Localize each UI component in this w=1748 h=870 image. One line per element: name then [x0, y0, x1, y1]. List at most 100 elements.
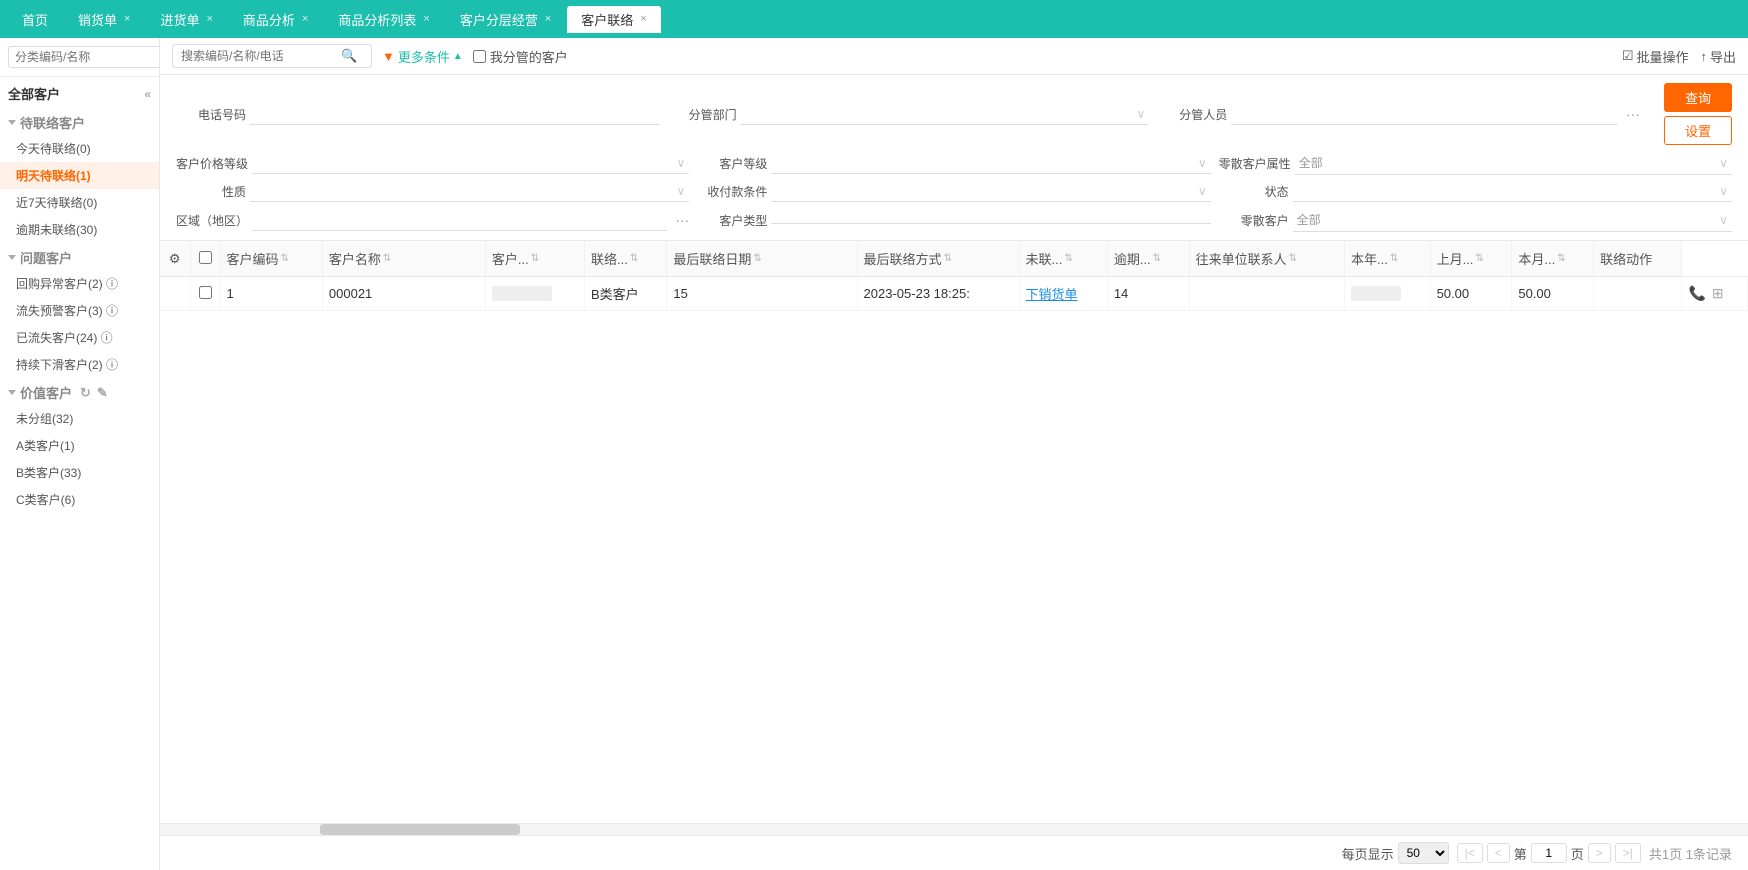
- sidebar-item-abnormal[interactable]: 回购异常客户(2) ⓘ: [0, 270, 159, 297]
- page-number-input[interactable]: [1531, 843, 1567, 863]
- sidebar-item-churn-warning[interactable]: 流失预警客户(3) ⓘ: [0, 297, 159, 324]
- export-btn[interactable]: ↑ 导出: [1700, 47, 1736, 66]
- sidebar-all-customers[interactable]: 全部客户 «: [0, 77, 159, 108]
- settings-button[interactable]: 设置: [1664, 116, 1732, 145]
- filter-row-2: 客户价格等级 ∨ 客户等级 ∨ 零散客户属性 全部: [176, 151, 1732, 175]
- sidebar-item-class-b[interactable]: B类客户(33): [0, 459, 159, 486]
- th-this-month-amount[interactable]: 本月... ⇅: [1512, 241, 1594, 277]
- total-records: 共1页 1条记录: [1649, 844, 1732, 863]
- th-last-contact-method[interactable]: 最后联络方式 ⇅: [857, 241, 1019, 277]
- more-conditions-btn[interactable]: ▼ 更多条件 ▲: [382, 47, 463, 66]
- td-last-month-amount: 50.00: [1512, 277, 1594, 311]
- nature-select[interactable]: ∨: [250, 181, 689, 202]
- nav-customer-contact[interactable]: 客户联络 ×: [567, 6, 660, 33]
- nav-sales-order[interactable]: 销货单 ×: [64, 6, 144, 33]
- batch-operation-btn[interactable]: ☑ 批量操作: [1622, 47, 1689, 66]
- td-last-contact-date: 2023-05-23 18:25:: [857, 277, 1019, 311]
- customer-price-level-select[interactable]: ∨: [252, 153, 689, 174]
- per-page-select[interactable]: 20 50 100 200: [1398, 842, 1449, 864]
- select-all-checkbox[interactable]: [199, 251, 212, 264]
- sidebar-item-churned[interactable]: 已流失客户(24) ⓘ: [0, 324, 159, 351]
- customer-type-select[interactable]: [771, 217, 1210, 224]
- sidebar-search-input[interactable]: [8, 46, 160, 68]
- sidebar-section-pending[interactable]: 待联络客户: [0, 108, 159, 135]
- th-year-amount[interactable]: 本年... ⇅: [1345, 241, 1431, 277]
- sort-date-icon: ⇅: [753, 253, 761, 264]
- more-action-icon[interactable]: ⊞: [1712, 285, 1724, 302]
- branch-person-more-icon[interactable]: ···: [1626, 106, 1640, 122]
- search-button-icon[interactable]: 🔍: [341, 48, 357, 64]
- filter-retail-customer: 零散客户 全部 ∨: [1219, 208, 1732, 232]
- phone-action-icon[interactable]: 📞: [1688, 285, 1705, 302]
- close-purchase-order-icon[interactable]: ×: [206, 13, 212, 25]
- sidebar-item-class-a[interactable]: A类客户(1): [0, 432, 159, 459]
- retail-attr-select[interactable]: 全部 ∨: [1295, 151, 1732, 175]
- td-last-contact-method[interactable]: 下销货单: [1019, 277, 1107, 311]
- last-page-btn[interactable]: >|: [1615, 843, 1641, 863]
- sidebar-item-declining[interactable]: 持续下滑客户(2) ⓘ: [0, 351, 159, 378]
- th-settings[interactable]: ⚙: [160, 241, 190, 277]
- horizontal-scrollbar[interactable]: [160, 823, 1748, 835]
- customer-level-select[interactable]: ∨: [771, 153, 1210, 174]
- th-uncontacted[interactable]: 未联... ⇅: [1019, 241, 1107, 277]
- branch-dept-select[interactable]: ∨: [741, 104, 1150, 125]
- query-button[interactable]: 查询: [1664, 83, 1732, 112]
- sidebar-item-today-contact[interactable]: 今天待联络(0): [0, 135, 159, 162]
- sidebar-search-container: 🔍: [0, 38, 159, 77]
- status-select[interactable]: ∨: [1293, 181, 1732, 202]
- th-contact-count[interactable]: 联络... ⇅: [585, 241, 667, 277]
- sidebar-item-7days-contact[interactable]: 近7天待联络(0): [0, 189, 159, 216]
- sidebar-item-ungrouped[interactable]: 未分组(32): [0, 405, 159, 432]
- nav-customer-segment[interactable]: 客户分层经营 ×: [446, 6, 565, 33]
- search-input-wrap: 🔍: [172, 44, 372, 68]
- triangle-down-icon2: [8, 255, 16, 260]
- close-sales-order-icon[interactable]: ×: [124, 13, 130, 25]
- nav-purchase-order[interactable]: 进货单 ×: [146, 6, 226, 33]
- close-product-analysis-icon[interactable]: ×: [302, 13, 308, 25]
- filter-icon: ▼: [382, 49, 395, 64]
- payment-terms-select[interactable]: ∨: [771, 181, 1210, 202]
- close-customer-segment-icon[interactable]: ×: [545, 13, 551, 25]
- th-overdue[interactable]: 逾期... ⇅: [1107, 241, 1189, 277]
- nav-product-analysis[interactable]: 商品分析 ×: [229, 6, 322, 33]
- my-customers-checkbox[interactable]: [473, 50, 486, 63]
- close-product-analysis-list-icon[interactable]: ×: [423, 13, 429, 25]
- prev-page-btn[interactable]: <: [1487, 843, 1510, 863]
- branch-person-input[interactable]: [1231, 104, 1618, 125]
- th-last-month-amount[interactable]: 上月... ⇅: [1430, 241, 1512, 277]
- sidebar-section-value[interactable]: 价值客户 ↻ ✎: [0, 378, 159, 405]
- sidebar-section-problem[interactable]: 问题客户: [0, 243, 159, 270]
- my-customers-checkbox-wrap[interactable]: 我分管的客户: [473, 47, 568, 66]
- sidebar-item-overdue-contact[interactable]: 逾期未联络(30): [0, 216, 159, 243]
- filter-branch-person: 分管人员 ···: [1157, 104, 1640, 125]
- sidebar-item-class-c[interactable]: C类客户(6): [0, 486, 159, 513]
- td-code: 000021: [322, 277, 485, 311]
- th-contact-person[interactable]: 往来单位联系人 ⇅: [1189, 241, 1344, 277]
- th-name[interactable]: 客户名称 ⇅: [322, 241, 485, 277]
- search-input[interactable]: [181, 49, 341, 63]
- row-checkbox[interactable]: [199, 286, 212, 299]
- th-action: 联络动作: [1594, 241, 1682, 277]
- first-page-btn[interactable]: |<: [1457, 843, 1483, 863]
- last-contact-method-link[interactable]: 下销货单: [1026, 287, 1078, 302]
- phone-input[interactable]: [250, 104, 659, 125]
- th-customer-level[interactable]: 客户... ⇅: [485, 241, 584, 277]
- th-last-contact-date[interactable]: 最后联络日期 ⇅: [667, 241, 857, 277]
- filter-bar: 🔍 ▼ 更多条件 ▲ 我分管的客户 ☑ 批量操作 ↑ 导出: [160, 38, 1748, 75]
- th-code[interactable]: 客户编码 ⇅: [220, 241, 322, 277]
- region-input[interactable]: [252, 210, 667, 231]
- next-page-btn[interactable]: >: [1588, 843, 1611, 863]
- retail-customer-select[interactable]: 全部 ∨: [1293, 208, 1732, 232]
- td-checkbox[interactable]: [190, 277, 220, 311]
- settings-icon[interactable]: ⚙: [169, 251, 181, 266]
- filter-branch-dept: 分管部门 ∨: [667, 104, 1150, 125]
- region-more-icon[interactable]: ···: [675, 212, 689, 228]
- nav-product-analysis-list[interactable]: 商品分析列表 ×: [324, 6, 443, 33]
- sort-code-icon: ⇅: [281, 253, 289, 264]
- nav-home[interactable]: 首页: [8, 6, 62, 33]
- edit-icon[interactable]: ✎: [97, 385, 108, 401]
- refresh-icon[interactable]: ↻: [80, 385, 91, 401]
- close-customer-contact-icon[interactable]: ×: [640, 13, 646, 25]
- sidebar-item-tomorrow-contact[interactable]: 明天待联络(1): [0, 162, 159, 189]
- th-checkbox[interactable]: [190, 241, 220, 277]
